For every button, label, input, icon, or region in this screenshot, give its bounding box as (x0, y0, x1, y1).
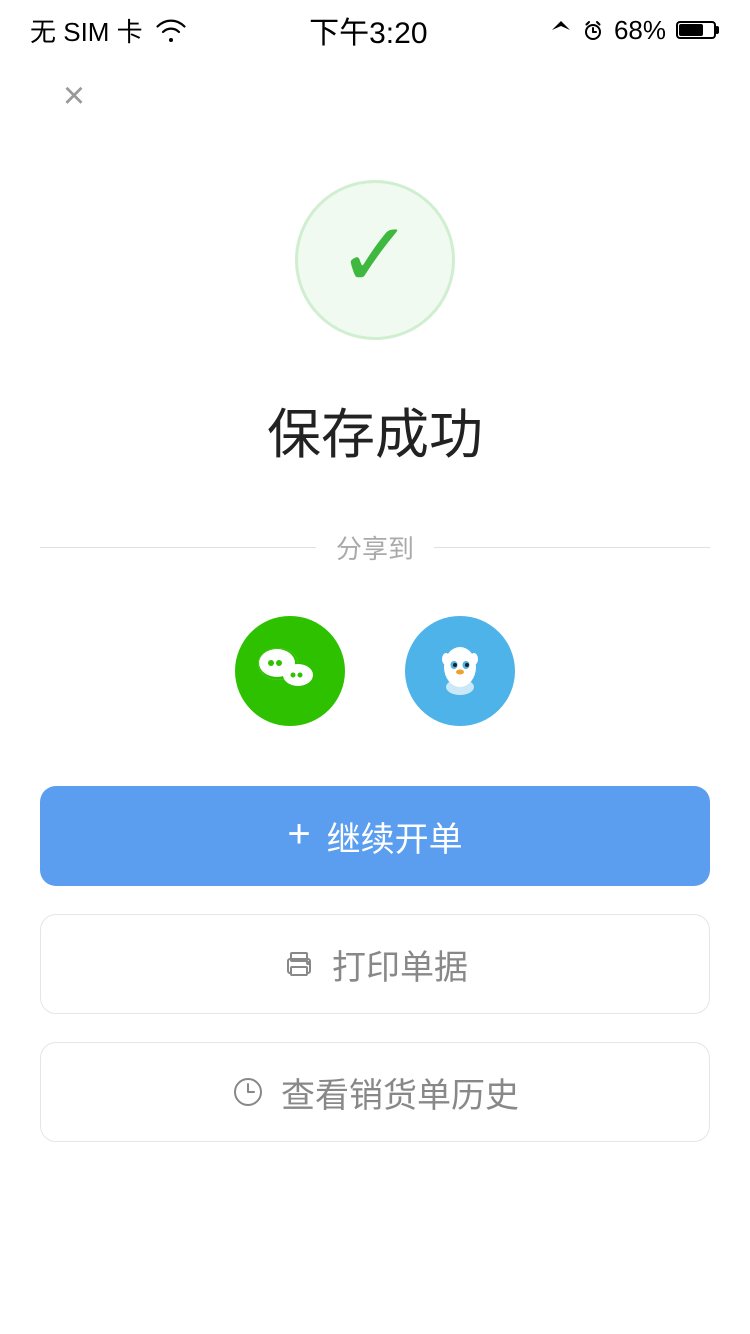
success-title: 保存成功 (267, 390, 483, 469)
print-button[interactable]: 打印单据 (40, 914, 710, 1014)
status-time: 下午3:20 (309, 8, 427, 52)
wechat-icon (256, 642, 324, 700)
close-icon: × (63, 77, 85, 115)
location-icon (550, 19, 572, 41)
share-icons (40, 616, 710, 726)
wifi-icon (155, 18, 187, 42)
share-divider: 分享到 (40, 529, 710, 566)
qq-icon (428, 639, 492, 703)
qq-share-button[interactable] (405, 616, 515, 726)
history-button[interactable]: 查看销货单历史 (40, 1042, 710, 1142)
printer-icon (282, 947, 316, 981)
status-right: 68% (550, 15, 720, 46)
close-button[interactable]: × (50, 72, 98, 120)
wechat-share-button[interactable] (235, 616, 345, 726)
history-label: 查看销货单历史 (281, 1068, 519, 1117)
status-bar: 无 SIM 卡 下午3:20 68% (0, 0, 750, 60)
battery-text: 68% (614, 15, 666, 46)
main-content: ✓ 保存成功 分享到 (0, 60, 750, 1142)
print-label: 打印单据 (332, 940, 468, 989)
success-circle: ✓ (295, 180, 455, 340)
history-icon (231, 1075, 265, 1109)
sim-label: 无 SIM 卡 (30, 12, 143, 49)
plus-icon: + (287, 812, 310, 857)
status-left: 无 SIM 卡 (30, 12, 187, 49)
battery-icon (676, 19, 720, 41)
share-section: 分享到 (0, 529, 750, 726)
action-buttons: + 继续开单 打印单据 查看销货单历史 (0, 786, 750, 1142)
checkmark-icon: ✓ (337, 211, 412, 301)
alarm-icon (582, 19, 604, 41)
share-label: 分享到 (336, 529, 414, 566)
continue-button[interactable]: + 继续开单 (40, 786, 710, 886)
continue-label: 继续开单 (327, 812, 463, 861)
